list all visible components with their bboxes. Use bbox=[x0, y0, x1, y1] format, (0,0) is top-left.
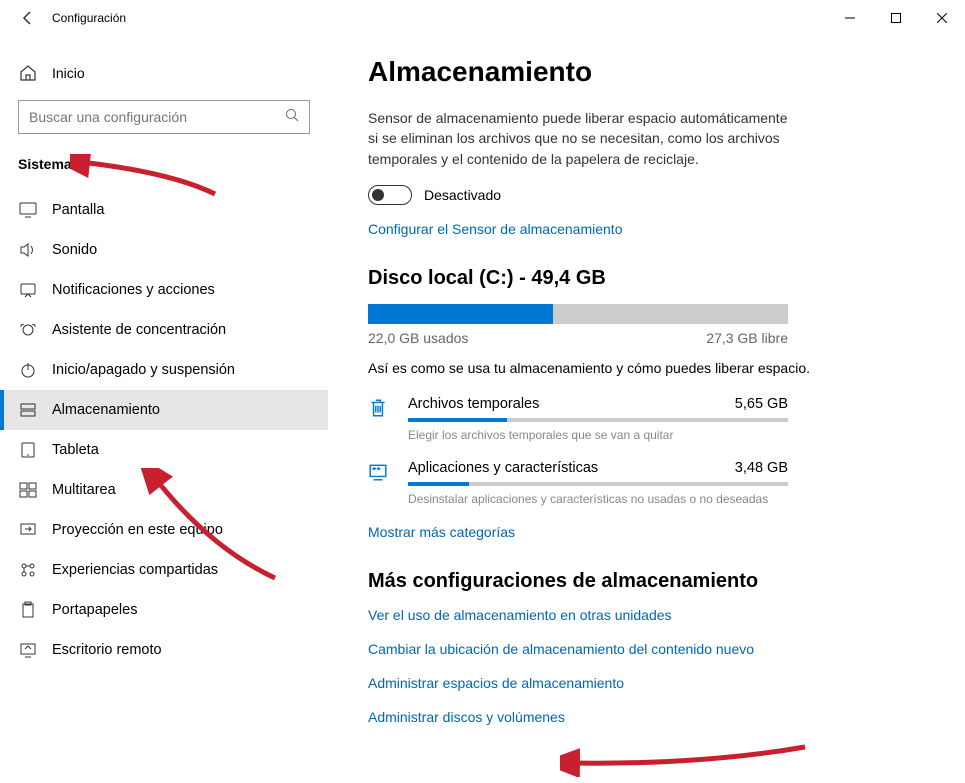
nav-item-almacenamiento[interactable]: Almacenamiento bbox=[0, 390, 328, 430]
configure-sense-link[interactable]: Configurar el Sensor de almacenamiento bbox=[368, 221, 925, 237]
nav-item-label: Sonido bbox=[52, 242, 97, 258]
disk-used-label: 22,0 GB usados bbox=[368, 330, 468, 346]
page-heading: Almacenamiento bbox=[368, 56, 925, 88]
arrow-left-icon bbox=[20, 10, 36, 26]
search-box[interactable] bbox=[18, 100, 310, 134]
maximize-button[interactable] bbox=[873, 0, 919, 36]
multitask-icon bbox=[18, 481, 38, 499]
nav-item-label: Multitarea bbox=[52, 482, 116, 498]
sidebar: Inicio Sistema Pantalla Sonido Notificacio… bbox=[0, 36, 328, 783]
nav-item-multitarea[interactable]: Multitarea bbox=[0, 470, 328, 510]
category-bar bbox=[408, 482, 788, 486]
category-hint: Elegir los archivos temporales que se va… bbox=[408, 428, 788, 442]
category-name: Aplicaciones y características bbox=[408, 460, 598, 476]
category-size: 5,65 GB bbox=[735, 396, 788, 412]
close-icon bbox=[937, 13, 947, 23]
storage-category[interactable]: Archivos temporales 5,65 GB Elegir los arc… bbox=[368, 396, 788, 442]
apps-icon bbox=[368, 462, 392, 487]
trash-icon bbox=[368, 398, 392, 423]
more-settings-link-2[interactable]: Administrar espacios de almacenamiento bbox=[368, 675, 925, 691]
nav-item-label: Portapapeles bbox=[52, 602, 137, 618]
minimize-button[interactable] bbox=[827, 0, 873, 36]
titlebar: Configuración bbox=[0, 0, 965, 36]
toggle-state-label: Desactivado bbox=[424, 187, 501, 203]
nav-item-label: Inicio/apagado y suspensión bbox=[52, 362, 235, 378]
category-hint: Desinstalar aplicaciones y característic… bbox=[408, 492, 788, 506]
storage-category[interactable]: Aplicaciones y características 3,48 GB Des… bbox=[368, 460, 788, 506]
disk-usage-bar bbox=[368, 304, 788, 324]
home-button[interactable]: Inicio bbox=[0, 56, 328, 90]
more-settings-link-0[interactable]: Ver el uso de almacenamiento en otras un… bbox=[368, 607, 925, 623]
nav-item-escritorio-remoto[interactable]: Escritorio remoto bbox=[0, 630, 328, 670]
sound-icon bbox=[18, 241, 38, 259]
clipboard-icon bbox=[18, 601, 38, 619]
disk-title: Disco local (C:) - 49,4 GB bbox=[368, 267, 925, 290]
nav-item-asistente-de-concentraci-n[interactable]: Asistente de concentración bbox=[0, 310, 328, 350]
section-label: Sistema bbox=[0, 156, 328, 172]
disk-free-label: 27,3 GB libre bbox=[706, 330, 788, 346]
minimize-icon bbox=[845, 13, 855, 23]
storage-icon bbox=[18, 401, 38, 419]
remote-icon bbox=[18, 641, 38, 659]
notifications-icon bbox=[18, 281, 38, 299]
focus-icon bbox=[18, 321, 38, 339]
display-icon bbox=[18, 201, 38, 219]
nav-item-label: Tableta bbox=[52, 442, 99, 458]
nav-item-pantalla[interactable]: Pantalla bbox=[0, 190, 328, 230]
nav-item-proyecci-n-en-este-equipo[interactable]: Proyección en este equipo bbox=[0, 510, 328, 550]
maximize-icon bbox=[891, 13, 901, 23]
power-icon bbox=[18, 361, 38, 379]
project-icon bbox=[18, 521, 38, 539]
nav-item-label: Proyección en este equipo bbox=[52, 522, 223, 538]
shared-icon bbox=[18, 561, 38, 579]
nav-item-sonido[interactable]: Sonido bbox=[0, 230, 328, 270]
more-settings-heading: Más configuraciones de almacenamiento bbox=[368, 570, 925, 593]
nav-item-experiencias-compartidas[interactable]: Experiencias compartidas bbox=[0, 550, 328, 590]
disk-desc: Así es como se usa tu almacenamiento y c… bbox=[368, 360, 925, 376]
storage-sense-desc: Sensor de almacenamiento puede liberar e… bbox=[368, 108, 798, 169]
search-icon bbox=[285, 108, 299, 127]
close-button[interactable] bbox=[919, 0, 965, 36]
nav-item-label: Pantalla bbox=[52, 202, 104, 218]
home-label: Inicio bbox=[52, 65, 85, 81]
nav-item-label: Asistente de concentración bbox=[52, 322, 226, 338]
nav-item-label: Almacenamiento bbox=[52, 402, 160, 418]
search-input[interactable] bbox=[29, 109, 285, 125]
window-title: Configuración bbox=[52, 11, 126, 25]
more-settings-link-1[interactable]: Cambiar la ubicación de almacenamiento d… bbox=[368, 641, 925, 657]
home-icon bbox=[18, 64, 38, 82]
nav-item-portapapeles[interactable]: Portapapeles bbox=[0, 590, 328, 630]
category-bar bbox=[408, 418, 788, 422]
nav-item-tableta[interactable]: Tableta bbox=[0, 430, 328, 470]
back-button[interactable] bbox=[8, 0, 48, 36]
tablet-icon bbox=[18, 441, 38, 459]
nav-item-label: Notificaciones y acciones bbox=[52, 282, 215, 298]
show-more-categories-link[interactable]: Mostrar más categorías bbox=[368, 524, 925, 540]
content-panel: Almacenamiento Sensor de almacenamiento … bbox=[328, 36, 965, 783]
more-settings-link-3[interactable]: Administrar discos y volúmenes bbox=[368, 709, 925, 725]
nav-item-label: Escritorio remoto bbox=[52, 642, 162, 658]
storage-sense-toggle[interactable] bbox=[368, 185, 412, 205]
category-size: 3,48 GB bbox=[735, 460, 788, 476]
nav-item-inicio-apagado-y-suspensi-n[interactable]: Inicio/apagado y suspensión bbox=[0, 350, 328, 390]
nav-item-notificaciones-y-acciones[interactable]: Notificaciones y acciones bbox=[0, 270, 328, 310]
window-controls bbox=[827, 0, 965, 36]
category-name: Archivos temporales bbox=[408, 396, 539, 412]
nav-item-label: Experiencias compartidas bbox=[52, 562, 218, 578]
